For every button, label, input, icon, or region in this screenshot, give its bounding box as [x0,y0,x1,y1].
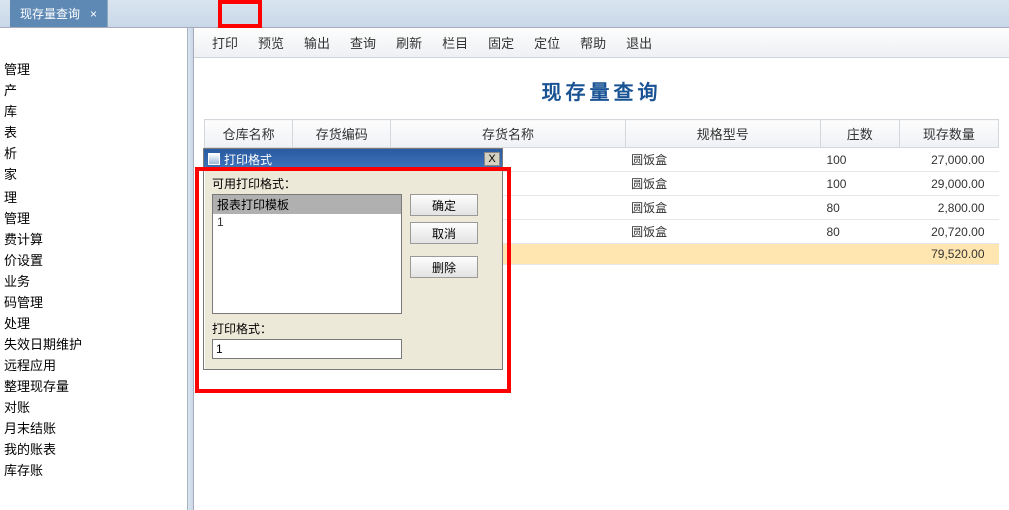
cell-qty: 27,000.00 [899,148,998,172]
nav-item[interactable]: 整理现存量 [0,375,187,396]
nav-item[interactable]: 库 [0,100,187,121]
avail-formats-label: 可用打印格式： [212,175,494,192]
page-title: 现存量查询 [194,58,1009,119]
cell-spec: 圆饭盒 [625,172,820,196]
nav-item[interactable]: 管理 [0,207,187,228]
print-format-dialog: 打印格式 X 可用打印格式： 报表打印模板 1 确定 取消 删除 打印格式： [203,148,503,370]
cell-qty: 20,720.00 [899,220,998,244]
cell-qty: 29,000.00 [899,172,998,196]
toolbar-locate[interactable]: 定位 [526,31,568,54]
cell-bale: 100 [820,172,899,196]
toolbar-export[interactable]: 输出 [296,31,338,54]
toolbar-refresh[interactable]: 刷新 [388,31,430,54]
toolbar-exit[interactable]: 退出 [618,31,660,54]
cell-spec: 圆饭盒 [625,196,820,220]
print-format-label: 打印格式： [212,320,494,337]
nav-item[interactable]: 管理 [0,58,187,79]
format-listbox[interactable]: 报表打印模板 1 [212,194,402,314]
nav-item[interactable]: 处理 [0,312,187,333]
cell-bale: 80 [820,220,899,244]
nav-item[interactable]: 表 [0,121,187,142]
col-header-bale[interactable]: 庄数 [820,120,899,148]
list-item[interactable]: 报表打印模板 [213,195,401,214]
tab-current-stock[interactable]: 现存量查询 × [10,0,108,27]
toolbar-pin[interactable]: 固定 [480,31,522,54]
nav-item[interactable]: 对账 [0,396,187,417]
nav-item[interactable]: 远程应用 [0,354,187,375]
toolbar: 打印 预览 输出 查询 刷新 栏目 固定 定位 帮助 退出 [194,28,1009,58]
col-header-qty[interactable]: 现存数量 [899,120,998,148]
col-header-warehouse[interactable]: 仓库名称 [205,120,293,148]
list-item[interactable]: 1 [213,214,401,230]
toolbar-preview[interactable]: 预览 [250,31,292,54]
nav-item[interactable]: 产 [0,79,187,100]
nav-item[interactable]: 码管理 [0,291,187,312]
delete-button[interactable]: 删除 [410,256,478,278]
dialog-titlebar[interactable]: 打印格式 X [204,149,502,169]
cell-bale: 80 [820,196,899,220]
toolbar-columns[interactable]: 栏目 [434,31,476,54]
tab-bar: 现存量查询 × [0,0,1009,28]
window-icon [208,153,220,165]
print-format-input[interactable] [212,339,402,359]
toolbar-query[interactable]: 查询 [342,31,384,54]
cell-bale: 100 [820,148,899,172]
close-icon[interactable]: × [90,7,97,21]
nav-item[interactable]: 我的账表 [0,438,187,459]
nav-item[interactable]: 家 [0,163,187,184]
toolbar-help[interactable]: 帮助 [572,31,614,54]
cancel-button[interactable]: 取消 [410,222,478,244]
col-header-code[interactable]: 存货编码 [293,120,391,148]
nav-item[interactable]: 业务 [0,270,187,291]
col-header-spec[interactable]: 规格型号 [625,120,820,148]
nav-item[interactable]: 失效日期维护 [0,333,187,354]
nav-item[interactable]: 库存账 [0,459,187,480]
nav-item[interactable]: 析 [0,142,187,163]
nav-item[interactable]: 费计算 [0,228,187,249]
cell-spec: 圆饭盒 [625,148,820,172]
nav-item[interactable]: 价设置 [0,249,187,270]
dialog-title: 打印格式 [224,151,272,168]
tab-label: 现存量查询 [20,5,80,22]
col-header-name[interactable]: 存货名称 [391,120,625,148]
nav-item[interactable]: 月末结账 [0,417,187,438]
ok-button[interactable]: 确定 [410,194,478,216]
close-icon[interactable]: X [484,152,500,166]
cell-spec: 圆饭盒 [625,220,820,244]
left-nav: 管理 产 库 表 析 家 理 管理 费计算 价设置 业务 码管理 处理 失效日期… [0,28,188,510]
cell-qty: 2,800.00 [899,196,998,220]
nav-item[interactable]: 理 [0,186,187,207]
cell-total-qty: 79,520.00 [899,244,998,265]
toolbar-print[interactable]: 打印 [204,31,246,54]
